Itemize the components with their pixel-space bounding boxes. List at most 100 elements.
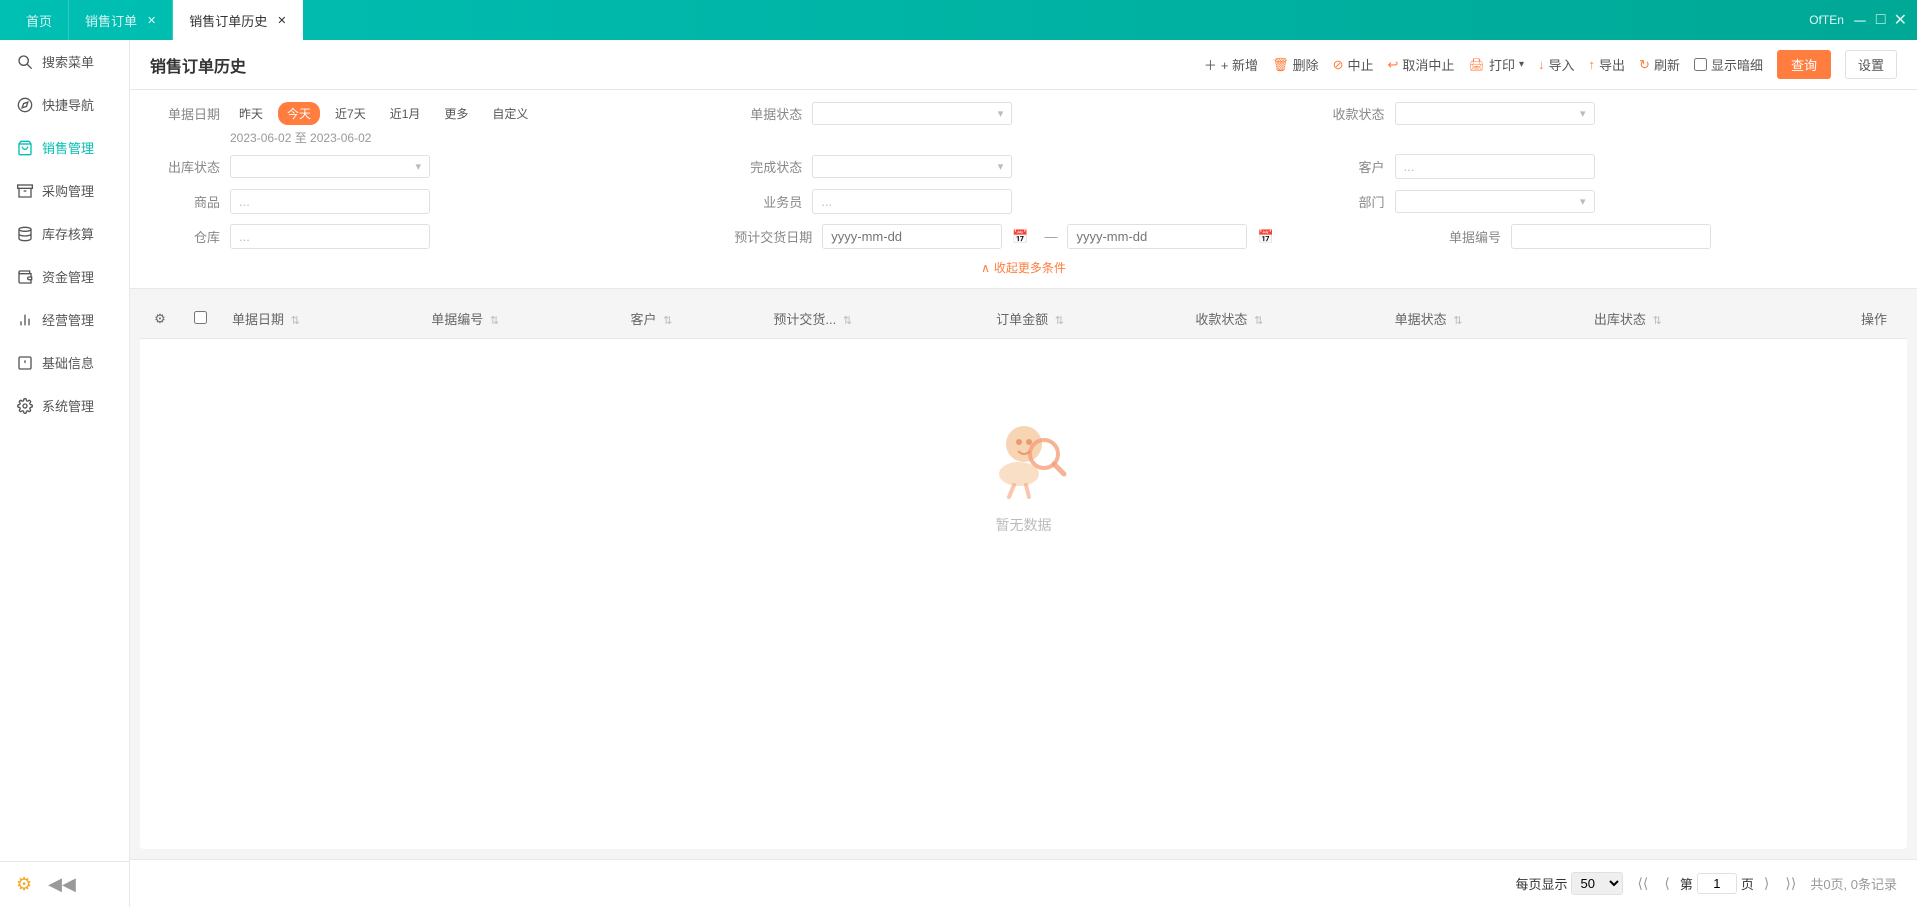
col-expected-delivery-label: 预计交货... (773, 312, 836, 327)
settings-button[interactable]: 设置 (1845, 50, 1897, 79)
page-prev-button[interactable]: ⟨ (1658, 873, 1675, 894)
receipt-status-select[interactable]: ▾ (812, 102, 1012, 125)
tab-home[interactable]: 首页 (10, 0, 69, 40)
sidebar-item-basic-info[interactable]: 基础信息 (0, 341, 129, 384)
page-jump-label: 第 (1680, 874, 1693, 893)
page-number-input[interactable] (1697, 873, 1737, 894)
maximize-icon[interactable]: □ (1876, 11, 1886, 29)
payment-status-arrow: ▾ (1580, 107, 1586, 120)
outbound-status-arrow: ▾ (415, 160, 421, 173)
import-button[interactable]: ↓ 导入 (1538, 55, 1575, 74)
often-label: OfTEn (1809, 13, 1844, 27)
display-cols-checkbox-label: 显示暗细 (1694, 55, 1763, 74)
col-date[interactable]: 单据日期 ⇅ (220, 299, 419, 339)
delete-button[interactable]: 🗑 删除 (1272, 55, 1319, 74)
empty-text: 暂无数据 (996, 515, 1052, 535)
tab-sales-order-close[interactable]: ✕ (147, 14, 156, 27)
calendar-start-icon[interactable]: 📅 (1012, 229, 1028, 245)
date-last7days[interactable]: 近7天 (326, 102, 375, 125)
col-receipt-status[interactable]: 单据状态 ⇅ (1383, 299, 1582, 339)
col-payment-status[interactable]: 收款状态 ⇅ (1183, 299, 1382, 339)
col-checkbox[interactable] (180, 299, 220, 339)
add-icon: ＋ (1204, 55, 1217, 74)
table-header-row: ⚙ 单据日期 ⇅ 单据编号 ⇅ (140, 299, 1907, 339)
sidebar-item-finance[interactable]: 资金管理 (0, 255, 129, 298)
close-icon[interactable]: ✕ (1894, 10, 1907, 30)
page-last-button[interactable]: ⟩⟩ (1779, 873, 1802, 894)
settings-gear-icon[interactable]: ⚙ (16, 874, 32, 895)
cancel-stop-label: 取消中止 (1402, 55, 1454, 74)
col-number-label: 单据编号 (431, 312, 483, 327)
sidebar-item-search-menu[interactable]: 搜索菜单 (0, 40, 129, 83)
add-button[interactable]: ＋ + 新增 (1204, 55, 1258, 74)
page-header: 销售订单历史 ＋ + 新增 🗑 删除 ⊘ 中止 ↩ 取消中止 (130, 40, 1917, 90)
outbound-status-select[interactable]: ▾ (230, 155, 430, 178)
customer-dots-btn[interactable]: ... (1395, 154, 1595, 179)
page-next-button[interactable]: ⟩ (1758, 873, 1775, 894)
sidebar-item-basic-info-label: 基础信息 (42, 353, 94, 372)
delivery-date-start-input[interactable] (822, 224, 1002, 249)
col-number[interactable]: 单据编号 ⇅ (419, 299, 618, 339)
print-button[interactable]: 🖨 打印 ▾ (1468, 55, 1524, 74)
date-custom[interactable]: 自定义 (483, 102, 537, 125)
receipt-number-input[interactable] (1511, 224, 1711, 249)
sort-receipt-status-icon: ⇅ (1453, 315, 1462, 327)
empty-illustration (974, 399, 1074, 499)
product-dots: ... (239, 194, 250, 209)
receipt-number-label: 单据编号 (1431, 227, 1511, 246)
collapse-button[interactable]: ∧ 收起更多条件 (150, 259, 1897, 276)
stop-label: 中止 (1348, 55, 1374, 74)
query-button[interactable]: 查询 (1777, 50, 1831, 79)
col-outbound-status[interactable]: 出库状态 ⇅ (1582, 299, 1781, 339)
col-amount-label: 订单金额 (996, 312, 1048, 327)
sidebar-item-finance-label: 资金管理 (42, 267, 94, 286)
export-button[interactable]: ↑ 导出 (1589, 55, 1626, 74)
per-page-dropdown[interactable]: 20 50 100 (1571, 872, 1623, 895)
date-separator: — (1044, 229, 1057, 244)
product-dots-btn[interactable]: ... (230, 189, 430, 214)
collapse-arrow-icon[interactable]: ◀◀ (48, 874, 76, 895)
sidebar-item-system[interactable]: 系统管理 (0, 384, 129, 427)
delivery-date-end-input[interactable] (1067, 224, 1247, 249)
cancel-stop-button[interactable]: ↩ 取消中止 (1388, 55, 1455, 74)
col-settings-gear-icon[interactable]: ⚙ (154, 311, 166, 326)
tab-sales-order-history-close[interactable]: ✕ (277, 14, 286, 27)
minimize-icon[interactable]: － (1852, 8, 1868, 32)
top-bar: 首页 销售订单 ✕ 销售订单历史 ✕ OfTEn － □ ✕ (0, 0, 1917, 40)
date-today[interactable]: 今天 (278, 102, 320, 125)
sort-amount-icon: ⇅ (1055, 315, 1064, 327)
col-settings[interactable]: ⚙ (140, 299, 180, 339)
sidebar-item-inventory[interactable]: 库存核算 (0, 212, 129, 255)
total-info: 共0页, 0条记录 (1810, 874, 1897, 893)
tab-sales-order-label: 销售订单 (85, 11, 137, 30)
customer-label: 客户 (1315, 157, 1395, 176)
refresh-label: 刷新 (1654, 55, 1680, 74)
warehouse-dots-btn[interactable]: ... (230, 224, 430, 249)
sidebar-item-search-menu-label: 搜索菜单 (42, 52, 94, 71)
sidebar-item-purchase-mgmt[interactable]: 采购管理 (0, 169, 129, 212)
stop-button[interactable]: ⊘ 中止 (1333, 55, 1374, 74)
complete-status-select[interactable]: ▾ (812, 155, 1012, 178)
sidebar-item-operations[interactable]: 经营管理 (0, 298, 129, 341)
sidebar-item-quick-nav[interactable]: 快捷导航 (0, 83, 129, 126)
col-amount[interactable]: 订单金额 ⇅ (984, 299, 1183, 339)
chevron-up-icon: ∧ (981, 261, 990, 275)
page-first-button[interactable]: ⟨⟨ (1631, 873, 1654, 894)
department-select[interactable]: ▾ (1395, 190, 1595, 213)
calendar-end-icon[interactable]: 📅 (1257, 229, 1273, 245)
col-customer[interactable]: 客户 ⇅ (619, 299, 762, 339)
payment-status-select[interactable]: ▾ (1395, 102, 1595, 125)
add-label: + 新增 (1221, 55, 1258, 74)
sidebar-item-sales-mgmt[interactable]: 销售管理 (0, 126, 129, 169)
select-all-checkbox[interactable] (194, 311, 207, 324)
tab-sales-order-history[interactable]: 销售订单历史 ✕ (173, 0, 303, 40)
col-expected-delivery[interactable]: 预计交货... ⇅ (761, 299, 984, 339)
display-cols-checkbox[interactable] (1694, 58, 1707, 71)
refresh-button[interactable]: ↻ 刷新 (1639, 55, 1680, 74)
tab-sales-order[interactable]: 销售订单 ✕ (69, 0, 173, 40)
salesperson-dots-btn[interactable]: ... (812, 189, 1012, 214)
date-yesterday[interactable]: 昨天 (230, 102, 272, 125)
cancel-icon: ↩ (1388, 57, 1399, 73)
date-last1month[interactable]: 近1月 (381, 102, 430, 125)
date-more[interactable]: 更多 (435, 102, 477, 125)
